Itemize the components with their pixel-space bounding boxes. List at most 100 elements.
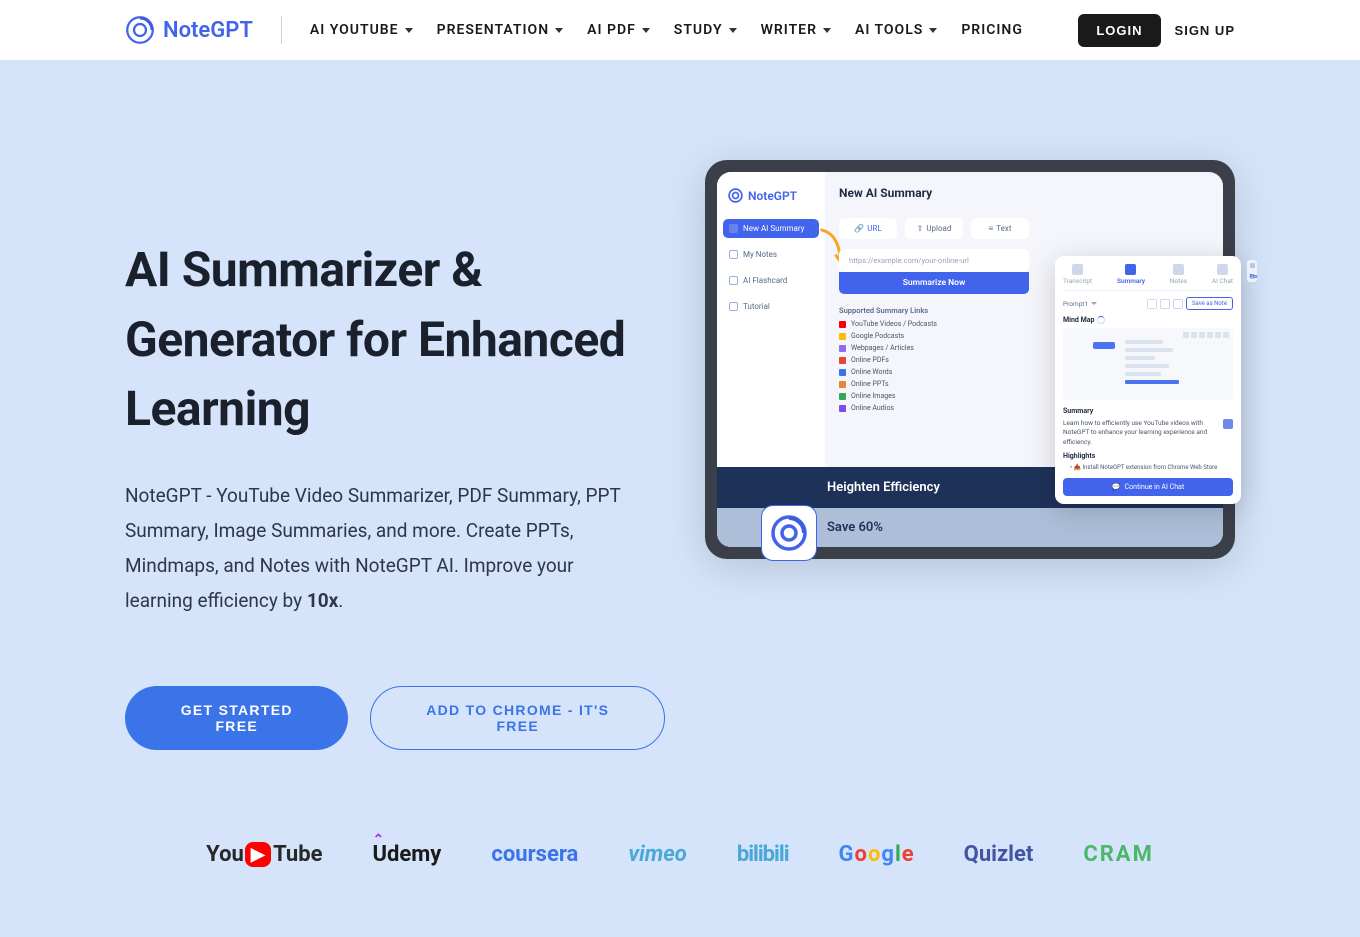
plus-circle-icon	[729, 224, 738, 233]
continue-chat-button[interactable]: 💬Continue in AI Chat	[1063, 478, 1233, 496]
chevron-down-icon	[642, 28, 650, 33]
share-icon[interactable]	[1173, 299, 1183, 309]
partner-logos: You▶.Tube ⌃Udemy coursera vimeo bilibili…	[125, 842, 1235, 867]
save-as-note-button[interactable]: Save as Note	[1186, 297, 1233, 310]
logo-coursera: coursera	[491, 842, 578, 867]
globe-icon	[839, 345, 846, 352]
upload-icon: ⇪	[917, 224, 924, 233]
mindmap-heading: Mind Map	[1063, 316, 1233, 324]
tab-upload[interactable]: ⇪Upload	[905, 218, 963, 239]
nav-presentation[interactable]: PRESENTATION	[437, 22, 564, 38]
main-nav: AI YOUTUBE PRESENTATION AI PDF STUDY WRI…	[310, 22, 1078, 38]
add-to-chrome-button[interactable]: ADD TO CHROME - IT'S FREE	[370, 686, 665, 750]
hero-copy: AI Summarizer & Generator for Enhanced L…	[125, 160, 665, 750]
nav-study[interactable]: STUDY	[674, 22, 737, 38]
chevron-down-icon	[405, 28, 413, 33]
card-icon	[729, 276, 738, 285]
logo-bilibili: bilibili	[737, 842, 789, 867]
copy-icon[interactable]	[1160, 299, 1170, 309]
url-input[interactable]: https://example.com/your-online-url	[839, 249, 1029, 272]
app-preview-frame: NoteGPT New AI Summary My Notes AI Flash…	[705, 160, 1235, 559]
overlay-tab-notes[interactable]: Notes	[1170, 264, 1187, 285]
chevron-down-icon	[823, 28, 831, 33]
hero-subtitle: NoteGPT - YouTube Video Summarizer, PDF …	[125, 478, 645, 619]
nav-ai-pdf[interactable]: AI PDF	[587, 22, 650, 38]
summary-text: Learn how to efficiently use YouTube vid…	[1063, 419, 1233, 447]
overlay-tabs: Transcript Summary Notes AI Chat	[1063, 264, 1233, 291]
tab-text[interactable]: ≡Text	[971, 218, 1029, 239]
hero-title: AI Summarizer & Generator for Enhanced L…	[125, 235, 665, 444]
note-icon	[729, 250, 738, 259]
nav-ai-tools[interactable]: AI TOOLS	[855, 22, 937, 38]
floating-brand-chip	[761, 505, 817, 561]
pro-badge: Pro	[1250, 274, 1255, 279]
link-icon: 🔗	[854, 224, 864, 233]
sidebar-item-new-summary[interactable]: New AI Summary	[723, 219, 819, 238]
logo-google: Google	[839, 842, 914, 867]
nav-writer[interactable]: WRITER	[761, 22, 831, 38]
tab-url[interactable]: 🔗URL	[839, 218, 897, 239]
mindmap-toolbar	[1183, 332, 1229, 338]
panel-edge-controls: Pro	[1247, 260, 1257, 282]
audio-icon	[839, 405, 846, 412]
expand-icon	[1250, 263, 1255, 268]
get-started-button[interactable]: GET STARTED FREE	[125, 686, 348, 750]
overlay-tab-transcript[interactable]: Transcript	[1063, 264, 1092, 285]
spinner-icon	[1097, 316, 1105, 324]
hero-ctas: GET STARTED FREE ADD TO CHROME - IT'S FR…	[125, 686, 665, 750]
word-icon	[839, 369, 846, 376]
mindmap-preview	[1063, 328, 1233, 400]
sidebar-item-flashcard[interactable]: AI Flashcard	[723, 271, 819, 290]
hero-illustration: NoteGPT New AI Summary My Notes AI Flash…	[705, 160, 1235, 559]
summarize-button[interactable]: Summarize Now	[839, 272, 1029, 294]
pdf-icon	[839, 357, 846, 364]
app-brand: NoteGPT	[723, 184, 819, 212]
site-header: NoteGPT AI YOUTUBE PRESENTATION AI PDF S…	[0, 0, 1360, 60]
nav-ai-youtube[interactable]: AI YOUTUBE	[310, 22, 413, 38]
auth-actions: LOGIN SIGN UP	[1078, 14, 1235, 47]
brand-name: NoteGPT	[163, 18, 253, 43]
logo-cram: CRAM	[1083, 842, 1154, 867]
image-icon	[839, 393, 846, 400]
youtube-icon	[839, 321, 846, 328]
signup-button[interactable]: SIGN UP	[1175, 23, 1235, 38]
chevron-down-icon	[555, 28, 563, 33]
logo-vimeo: vimeo	[628, 842, 687, 867]
chat-icon	[1217, 264, 1228, 275]
text-icon: ≡	[989, 224, 994, 233]
summary-chip-icon	[1223, 419, 1233, 429]
logo-youtube: You▶.Tube	[206, 842, 322, 867]
hero-section: AI Summarizer & Generator for Enhanced L…	[0, 60, 1360, 937]
highlights-section: Highlights • 📥 Install NoteGPT extension…	[1063, 452, 1233, 471]
highlights-heading: Highlights	[1063, 452, 1233, 460]
chevron-down-icon	[929, 28, 937, 33]
input-mode-tabs: 🔗URL ⇪Upload ≡Text	[839, 218, 1029, 239]
header-divider	[281, 16, 282, 44]
app-page-title: New AI Summary	[839, 186, 1209, 200]
sidebar-item-tutorial[interactable]: Tutorial	[723, 297, 819, 316]
summary-panel-overlay: Pro Transcript Summary Notes AI Chat Pro…	[1055, 256, 1241, 504]
overlay-toolbar: Prompt1 Save as Note	[1063, 297, 1233, 310]
overlay-tab-chat[interactable]: AI Chat	[1212, 264, 1233, 285]
logo-udemy: ⌃Udemy	[372, 842, 441, 867]
brand-swirl-icon	[125, 15, 155, 45]
ppt-icon	[839, 381, 846, 388]
sidebar-item-my-notes[interactable]: My Notes	[723, 245, 819, 264]
podcast-icon	[839, 333, 846, 340]
chevron-down-icon	[729, 28, 737, 33]
chat-icon: 💬	[1112, 483, 1121, 491]
login-button[interactable]: LOGIN	[1078, 14, 1160, 47]
brand-swirl-icon	[727, 187, 744, 204]
nav-pricing[interactable]: PRICING	[961, 22, 1023, 38]
notes-icon	[1173, 264, 1184, 275]
summary-heading: Summary	[1063, 407, 1233, 415]
chevron-down-icon	[1091, 302, 1097, 305]
summary-icon	[1125, 264, 1136, 275]
brand-logo[interactable]: NoteGPT	[125, 15, 253, 45]
prompt-select[interactable]: Prompt1	[1063, 300, 1097, 308]
logo-quizlet: Quizlet	[964, 842, 1034, 867]
brand-swirl-icon	[769, 513, 809, 553]
arrow-icon	[729, 302, 738, 311]
refresh-icon[interactable]	[1147, 299, 1157, 309]
overlay-tab-summary[interactable]: Summary	[1117, 264, 1145, 285]
